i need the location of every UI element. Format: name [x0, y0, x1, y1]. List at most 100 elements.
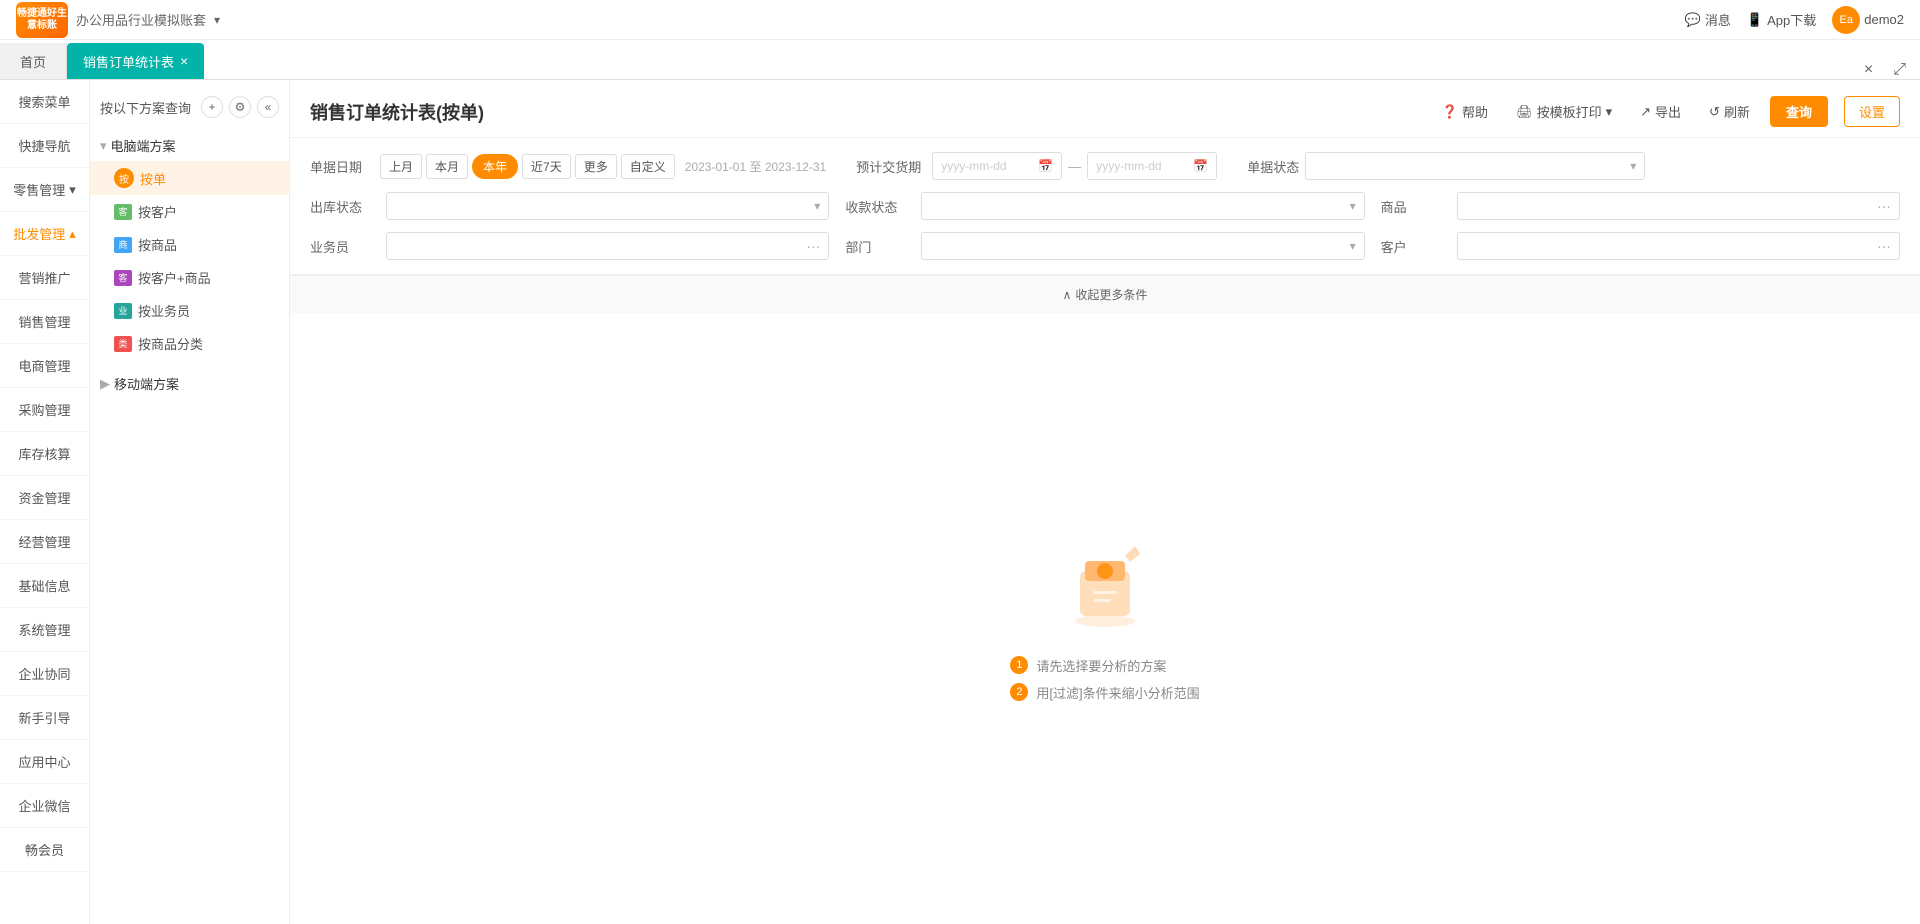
- sidebar-item-purchase[interactable]: 采购管理: [0, 388, 89, 432]
- sidebar-item-wecom[interactable]: 企业微信: [0, 784, 89, 828]
- help-icon: ❓: [1442, 104, 1458, 120]
- sidebar-item-wholesale[interactable]: 批发管理 ▴: [0, 212, 89, 256]
- tab-collapse-btn[interactable]: ×: [1858, 61, 1879, 79]
- breadcrumb: 办公用品行业模拟账套: [76, 10, 206, 29]
- tip-num-2: 2: [1010, 683, 1028, 701]
- ship-status-area: 出库状态 ▾: [310, 192, 829, 220]
- order-icon: 按: [114, 168, 134, 188]
- date-btn-last-month[interactable]: 上月: [380, 154, 422, 179]
- pc-group-title[interactable]: ▾ 电脑端方案: [90, 130, 289, 161]
- sidebar-item-ecommerce[interactable]: 电商管理: [0, 344, 89, 388]
- chevron-right-icon: ▶: [100, 376, 110, 392]
- left-panel-header: 按以下方案查询 + ⚙ «: [90, 90, 289, 126]
- empty-tip-1: 1 请先选择要分析的方案: [1010, 656, 1199, 675]
- scheme-item-by-customer-goods[interactable]: 客 按客户+商品: [90, 261, 289, 294]
- scheme-item-by-customer[interactable]: 客 按客户: [90, 195, 289, 228]
- mobile-group-title[interactable]: ▶ 移动端方案: [90, 368, 289, 399]
- settings-scheme-btn[interactable]: ⚙: [229, 96, 251, 118]
- collapse-bar[interactable]: ∧ 收起更多条件: [290, 275, 1920, 313]
- pc-scheme-section: ▾ 电脑端方案 按 按单 客 按客户 商 按商品 客 按客户+商品: [90, 126, 289, 364]
- scheme-item-by-goods[interactable]: 商 按商品: [90, 228, 289, 261]
- export-btn[interactable]: ↗ 导出: [1632, 98, 1689, 125]
- scheme-item-by-category[interactable]: 类 按商品分类: [90, 327, 289, 360]
- left-panel-icons: + ⚙ «: [201, 96, 279, 118]
- message-btn[interactable]: 💬 消息: [1685, 10, 1731, 29]
- breadcrumb-dropdown[interactable]: ▾: [214, 13, 220, 27]
- filter-row-3: 业务员 ··· 部门 ▾ 客户: [310, 232, 1900, 260]
- dept-select[interactable]: ▾: [921, 232, 1364, 260]
- sidebar-item-baseinfo[interactable]: 基础信息: [0, 564, 89, 608]
- sidebar: 搜索菜单 快捷导航 零售管理 ▾ 批发管理 ▴ 营销推广 销售管理 电商管理 采…: [0, 80, 90, 924]
- date-btn-this-month[interactable]: 本月: [426, 154, 468, 179]
- tab-home[interactable]: 首页: [0, 43, 67, 79]
- tabbar: 首页 销售订单统计表 × × ⤢: [0, 40, 1920, 80]
- goods-more-icon[interactable]: ···: [1877, 198, 1891, 214]
- scheme-item-by-order[interactable]: 按 按单: [90, 161, 289, 195]
- add-scheme-btn[interactable]: +: [201, 96, 223, 118]
- tab-fullscreen-btn[interactable]: ⤢: [1887, 61, 1912, 79]
- topbar: 畅捷通好生 意标账 办公用品行业模拟账套 ▾ 💬 消息 📱 App下载 Ea d…: [0, 0, 1920, 40]
- topbar-right: 💬 消息 📱 App下载 Ea demo2: [1685, 6, 1904, 34]
- staff-area: 业务员 ···: [310, 232, 829, 260]
- sidebar-item-enterprise[interactable]: 企业协同: [0, 652, 89, 696]
- ship-dropdown-icon: ▾: [814, 199, 820, 213]
- customer-more-icon[interactable]: ···: [1877, 238, 1891, 254]
- refresh-btn[interactable]: ↺ 刷新: [1701, 98, 1758, 125]
- user-menu[interactable]: Ea demo2: [1832, 6, 1904, 34]
- sidebar-item-finance[interactable]: 资金管理: [0, 476, 89, 520]
- ship-status-label: 出库状态: [310, 197, 380, 216]
- help-btn[interactable]: ❓ 帮助: [1434, 98, 1496, 125]
- print-btn[interactable]: 🖨 按模板打印 ▾: [1508, 98, 1620, 125]
- date-btn-group: 上月 本月 本年 近7天 更多 自定义 2023-01-01 至 2023-12…: [380, 154, 826, 179]
- sidebar-item-marketing[interactable]: 营销推广: [0, 256, 89, 300]
- date-btn-custom[interactable]: 自定义: [621, 154, 675, 179]
- calendar-icon: 📅: [1038, 159, 1053, 173]
- dept-dropdown-icon: ▾: [1350, 239, 1356, 253]
- sidebar-item-appcenter[interactable]: 应用中心: [0, 740, 89, 784]
- sidebar-item-inventory[interactable]: 库存核算: [0, 432, 89, 476]
- empty-tips: 1 请先选择要分析的方案 2 用[过滤]条件来缩小分析范围: [1010, 656, 1199, 702]
- receipt-dropdown-icon: ▾: [1350, 199, 1356, 213]
- sidebar-item-system[interactable]: 系统管理: [0, 608, 89, 652]
- goods-label: 商品: [1381, 197, 1451, 216]
- staff-input[interactable]: ···: [386, 232, 829, 260]
- receipt-status-select[interactable]: ▾: [921, 192, 1364, 220]
- date-btn-7days[interactable]: 近7天: [522, 154, 571, 179]
- expected-date-start[interactable]: yyyy-mm-dd 📅: [932, 152, 1062, 180]
- print-dropdown-icon: ▾: [1606, 104, 1613, 120]
- category-icon: 类: [114, 336, 132, 352]
- receipt-status-area: 收款状态 ▾: [845, 192, 1364, 220]
- empty-tip-2: 2 用[过滤]条件来缩小分析范围: [1010, 683, 1199, 702]
- receipt-status-label: 收款状态: [845, 197, 915, 216]
- date-btn-more[interactable]: 更多: [575, 154, 617, 179]
- sidebar-item-operations[interactable]: 经营管理: [0, 520, 89, 564]
- scheme-item-by-staff[interactable]: 业 按业务员: [90, 294, 289, 327]
- doc-status-select[interactable]: ▾: [1305, 152, 1645, 180]
- date-btn-this-year[interactable]: 本年: [472, 154, 518, 179]
- sidebar-item-quick-nav[interactable]: 快捷导航: [0, 124, 89, 168]
- customer-input[interactable]: ···: [1457, 232, 1900, 260]
- sidebar-item-member[interactable]: 畅会员: [0, 828, 89, 872]
- query-btn[interactable]: 查询: [1770, 96, 1828, 127]
- main-layout: 搜索菜单 快捷导航 零售管理 ▾ 批发管理 ▴ 营销推广 销售管理 电商管理 采…: [0, 80, 1920, 924]
- sidebar-item-sales[interactable]: 销售管理: [0, 300, 89, 344]
- tab-close-btn[interactable]: ×: [180, 53, 188, 69]
- settings-btn[interactable]: 设置: [1844, 96, 1900, 127]
- date-label: 单据日期: [310, 157, 380, 176]
- staff-more-icon[interactable]: ···: [806, 238, 820, 254]
- sidebar-item-guide[interactable]: 新手引导: [0, 696, 89, 740]
- customer-icon: 客: [114, 204, 132, 220]
- print-icon: 🖨: [1516, 104, 1533, 120]
- sidebar-item-retail[interactable]: 零售管理 ▾: [0, 168, 89, 212]
- goods-icon: 商: [114, 237, 132, 253]
- calendar-icon2: 📅: [1193, 159, 1208, 173]
- customer-area: 客户 ···: [1381, 232, 1900, 260]
- sidebar-item-search-menu[interactable]: 搜索菜单: [0, 80, 89, 124]
- expected-date-end[interactable]: yyyy-mm-dd 📅: [1087, 152, 1217, 180]
- app-download-btn[interactable]: 📱 App下载: [1747, 10, 1816, 29]
- tab-sales-order[interactable]: 销售订单统计表 ×: [67, 43, 204, 79]
- collapse-panel-btn[interactable]: «: [257, 96, 279, 118]
- goods-input[interactable]: ···: [1457, 192, 1900, 220]
- message-icon: 💬: [1685, 12, 1701, 28]
- ship-status-select[interactable]: ▾: [386, 192, 829, 220]
